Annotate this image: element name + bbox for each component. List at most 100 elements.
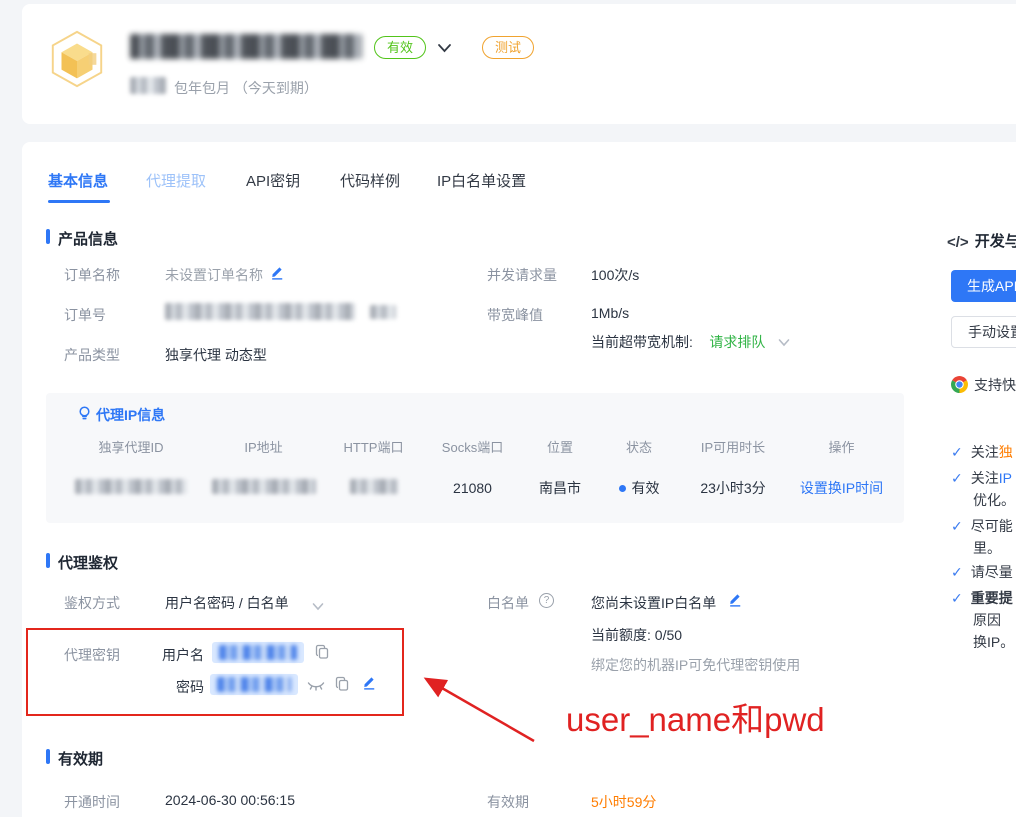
whitelist-help-icon[interactable]: ? <box>539 593 554 608</box>
product-section-title: 产品信息 <box>46 228 118 249</box>
whitelist-hint: 绑定您的机器IP可免代理密钥使用 <box>591 655 800 675</box>
dev-integration-heading: </> 开发与 <box>947 230 1016 251</box>
col-header-ip: IP地址 <box>206 437 321 456</box>
test-badge: 测试 <box>482 36 534 59</box>
col-header-location: 位置 <box>519 437 601 456</box>
http-port-redacted <box>350 479 398 494</box>
status-dot-icon <box>619 485 626 492</box>
over-bandwidth-row: 当前超带宽机制: 请求排队 <box>591 332 790 352</box>
tab-api-key[interactable]: API密钥 <box>246 170 300 191</box>
dev-heading-text: 开发与 <box>975 233 1016 250</box>
tip-item-4: ✓请尽量 <box>951 562 1013 582</box>
tip-item-2: ✓ 关注IP <box>951 468 1012 488</box>
tab-code-samples[interactable]: 代码样例 <box>340 170 400 191</box>
tab-basic-info[interactable]: 基本信息 <box>48 170 108 191</box>
status-value: 有效 <box>632 480 660 496</box>
edit-whitelist-icon[interactable] <box>728 592 742 612</box>
over-bandwidth-label: 当前超带宽机制: <box>591 334 693 350</box>
open-time-label: 开通时间 <box>64 792 120 812</box>
whitelist-value: 您尚未设置IP白名单 <box>591 593 716 613</box>
tip-3-text: 尽可能 <box>971 518 1013 534</box>
over-bandwidth-chevron-down-icon[interactable] <box>778 334 790 352</box>
proxy-ip-panel-title: 代理IP信息 <box>96 405 165 425</box>
header-card: 有效 测试 包年包月 （今天到期） <box>22 4 1016 124</box>
username-label: 用户名 <box>142 645 204 665</box>
set-ip-change-time-link[interactable]: 设置换IP时间 <box>789 478 894 498</box>
order-no-label: 订单号 <box>64 305 106 325</box>
tip-2-text: 关注 <box>971 470 999 486</box>
chrome-icon <box>951 376 968 396</box>
proxy-ip-table: 独享代理ID IP地址 HTTP端口 Socks端口 位置 状态 IP可用时长 … <box>56 437 894 498</box>
product-type-value: 独享代理 动态型 <box>165 345 267 365</box>
lightbulb-icon <box>78 406 91 427</box>
copy-password-icon[interactable] <box>334 676 350 697</box>
instance-title-redacted <box>130 34 362 59</box>
edit-password-icon[interactable] <box>362 675 376 695</box>
check-icon: ✓ <box>951 590 963 606</box>
col-header-proxy-id: 独享代理ID <box>56 437 206 456</box>
col-header-action: 操作 <box>789 437 894 456</box>
page: 有效 测试 包年包月 （今天到期） 基本信息 代理提取 API密钥 代码样例 I… <box>0 0 1016 817</box>
order-no-extra-redacted <box>370 305 396 319</box>
status-cell: 有效 <box>601 478 677 498</box>
copy-username-icon[interactable] <box>314 644 330 665</box>
status-badge: 有效 <box>374 36 426 59</box>
concurrency-value: 100次/s <box>591 265 639 285</box>
tip-2-line2: 优化。 <box>973 490 1015 510</box>
password-value-redacted <box>210 674 298 695</box>
check-icon: ✓ <box>951 564 963 580</box>
order-no-redacted <box>165 303 355 320</box>
generate-api-button[interactable]: 生成API <box>951 270 1016 302</box>
validity-duration-value: 5小时59分 <box>591 792 656 812</box>
active-tab-underline <box>48 200 110 203</box>
proxy-ip-table-header: 独享代理ID IP地址 HTTP端口 Socks端口 位置 状态 IP可用时长 … <box>56 437 894 456</box>
bandwidth-value: 1Mb/s <box>591 305 629 321</box>
tip-5-line3-change-ip-link[interactable]: 换IP。 <box>973 632 1014 652</box>
validity-duration-label: 有效期 <box>487 792 529 812</box>
tip-2-accent: IP <box>999 470 1012 486</box>
auth-section-title: 代理鉴权 <box>46 552 118 573</box>
location-value: 南昌市 <box>519 478 601 498</box>
manual-setup-button[interactable]: 手动设置 <box>951 316 1016 348</box>
over-bandwidth-value[interactable]: 请求排队 <box>709 334 765 350</box>
proxy-ip-panel: 代理IP信息 独享代理ID IP地址 HTTP端口 Socks端口 位置 状态 … <box>46 393 904 523</box>
validity-section-title: 有效期 <box>46 748 103 769</box>
auth-method-chevron-down-icon[interactable] <box>312 598 324 616</box>
tab-ip-whitelist[interactable]: IP白名单设置 <box>437 170 526 191</box>
annotation-label: user_name和pwd <box>566 693 825 741</box>
auth-method-value: 用户名密码 / 白名单 <box>165 593 289 613</box>
concurrency-label: 并发请求量 <box>487 265 557 285</box>
tip-5-text: 重要提 <box>971 590 1013 606</box>
socks-port-value: 21080 <box>426 480 519 496</box>
code-icon: </> <box>947 234 969 251</box>
order-name-value: 未设置订单名称 <box>165 265 263 285</box>
tab-proxy-extract[interactable]: 代理提取 <box>146 170 206 191</box>
whitelist-label: 白名单 <box>487 593 529 613</box>
check-icon: ✓ <box>951 470 963 486</box>
open-time-value: 2024-06-30 00:56:15 <box>165 792 295 808</box>
password-label: 密码 <box>142 677 204 697</box>
check-icon: ✓ <box>951 444 963 460</box>
product-type-label: 产品类型 <box>64 345 120 365</box>
table-row: 21080 南昌市 有效 23小时3分 设置换IP时间 <box>56 478 894 498</box>
tip-item-5: ✓ 重要提 <box>951 588 1013 608</box>
tip-item-3: ✓尽可能 <box>951 516 1013 536</box>
duration-value: 23小时3分 <box>677 478 789 498</box>
content-card: 基本信息 代理提取 API密钥 代码样例 IP白名单设置 产品信息 订单名称 未… <box>22 142 1016 817</box>
bandwidth-label: 带宽峰值 <box>487 305 543 325</box>
proxy-id-redacted <box>75 479 187 494</box>
order-name-label: 订单名称 <box>64 265 120 285</box>
tip-1-text: 关注 <box>971 444 999 460</box>
plan-text: 包年包月 （今天到期） <box>174 78 318 98</box>
tip-5-line2: 原因 <box>973 610 1001 630</box>
edit-order-name-icon[interactable] <box>270 265 284 285</box>
status-chevron-down-icon[interactable] <box>437 41 452 59</box>
password-visibility-eye-closed-icon[interactable] <box>307 679 325 697</box>
username-value-redacted <box>212 642 304 663</box>
col-header-duration: IP可用时长 <box>677 437 789 456</box>
col-header-http-port: HTTP端口 <box>321 437 426 456</box>
proxy-key-label: 代理密钥 <box>64 645 120 665</box>
col-header-socks-port: Socks端口 <box>426 437 519 456</box>
tip-item-1: ✓关注独 <box>951 442 1013 462</box>
product-cube-icon <box>46 28 108 95</box>
